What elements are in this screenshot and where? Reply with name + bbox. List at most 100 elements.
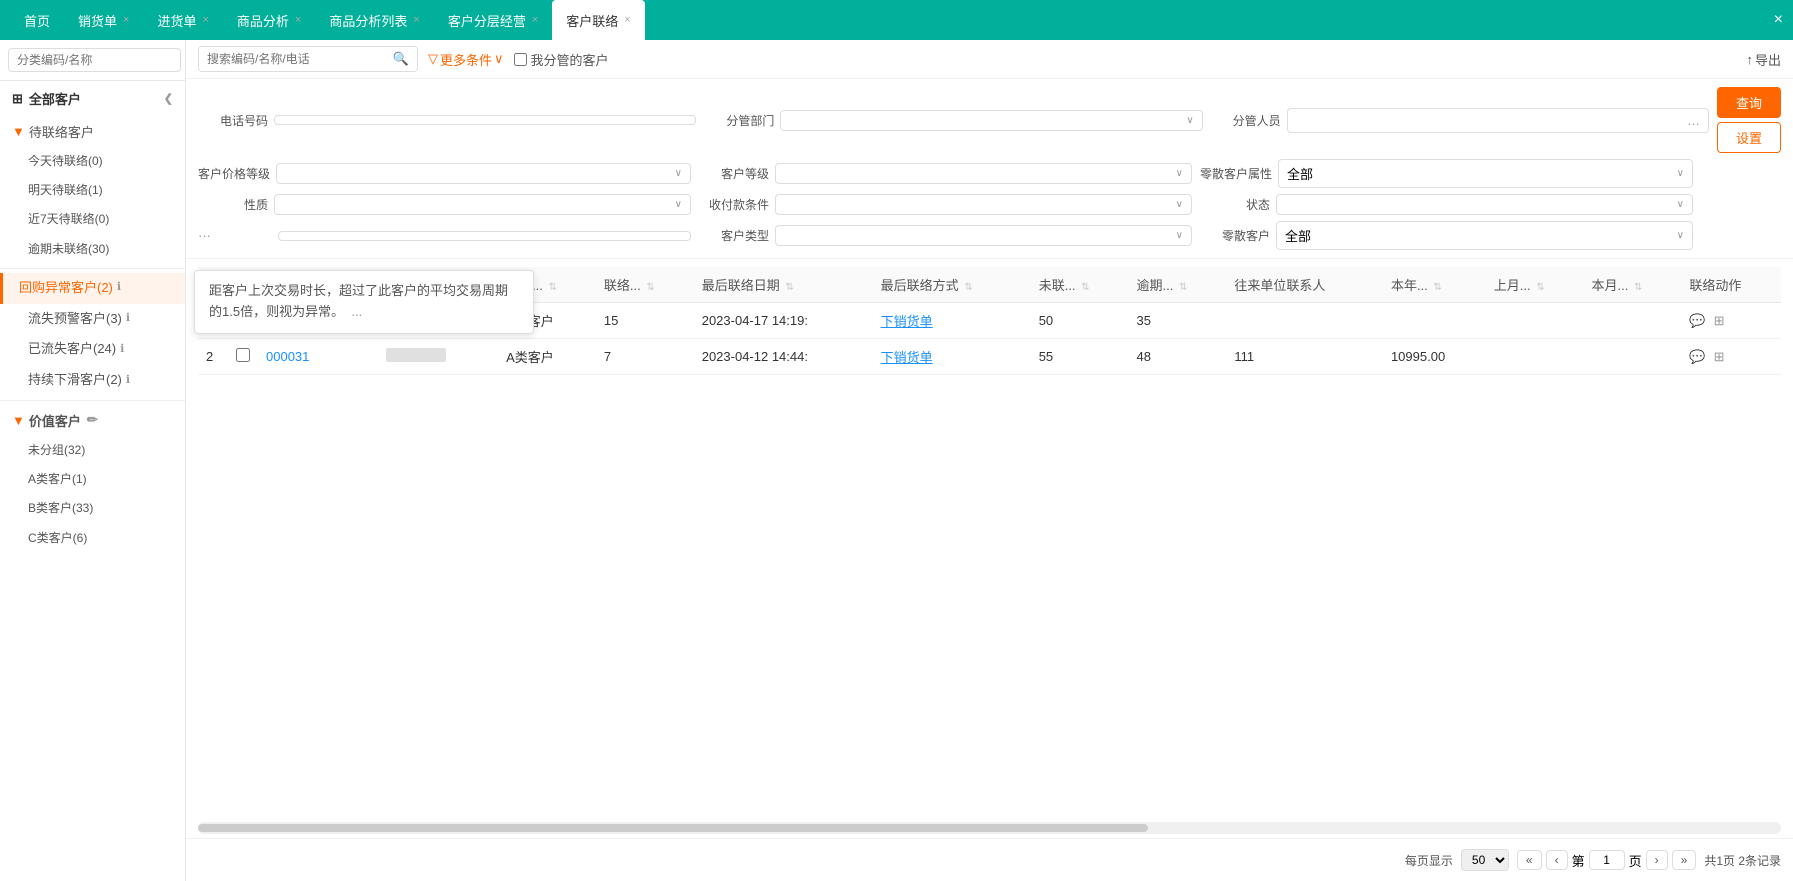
close-salesorder-icon[interactable]: ×	[123, 14, 129, 26]
sort-year-icon[interactable]: ⇅	[1433, 282, 1441, 293]
close-customer-contact-icon[interactable]: ×	[624, 14, 630, 26]
close-analysis-list-icon[interactable]: ×	[413, 14, 419, 26]
filter-dots-input[interactable]	[278, 231, 691, 241]
filter-customer-type-input[interactable]: ∨	[775, 225, 1192, 246]
filter-price-level: 客户价格等级 ∨	[198, 163, 691, 184]
last-page-btn[interactable]: »	[1672, 850, 1697, 870]
pending-contact-title[interactable]: ▼ 待联络客户	[0, 116, 185, 147]
dots-icon: ···	[198, 228, 211, 243]
close-analysis-icon[interactable]: ×	[295, 14, 301, 26]
edit-icon[interactable]: ✏	[87, 412, 98, 428]
sort-last-type-icon[interactable]: ⇅	[964, 282, 972, 293]
row1-more-icon[interactable]: ⊞	[1714, 313, 1725, 329]
nav-tab-customer-contact[interactable]: 客户联络 ×	[552, 0, 644, 40]
row2-index: 2	[198, 339, 228, 375]
chevron-retail-cust-icon: ∨	[1677, 230, 1684, 241]
main-search-input[interactable]	[207, 52, 383, 66]
sidebar-item-7days[interactable]: 近7天待联络(0)	[0, 205, 185, 234]
sidebar-item-repurchase-abnormal[interactable]: 回购异常客户(2) ℹ	[0, 273, 185, 304]
sidebar-item-today[interactable]: 今天待联络(0)	[0, 147, 185, 176]
filter-phone-input[interactable]	[274, 115, 696, 125]
filter-retail-customer-input[interactable]: 全部 ∨	[1276, 221, 1693, 250]
set-button[interactable]: 设置	[1717, 122, 1781, 153]
sidebar-search-input[interactable]	[8, 48, 181, 72]
first-page-btn[interactable]: «	[1517, 850, 1542, 870]
value-customers-title[interactable]: ▼ 价值客户 ✏	[0, 405, 185, 436]
sidebar-item-class-c[interactable]: C类客户(6)	[0, 524, 185, 553]
row2-select-checkbox[interactable]	[236, 348, 250, 362]
close-purchaseorder-icon[interactable]: ×	[202, 14, 208, 26]
row1-contact: 15	[596, 303, 694, 339]
sort-last-month-icon[interactable]: ⇅	[1536, 282, 1544, 293]
pagination: 每页显示 50 « ‹ 第 页 › » 共1页 2条记录	[186, 838, 1793, 881]
filter-manager-input[interactable]: …	[1287, 108, 1709, 133]
nav-tab-customer-segment[interactable]: 客户分层经营 ×	[434, 0, 552, 40]
my-customers-checkbox[interactable]	[514, 53, 527, 66]
my-customers-checkbox-wrap[interactable]: 我分管的客户	[514, 50, 609, 69]
sidebar-item-churn-warning[interactable]: 流失预警客户(3) ℹ	[0, 304, 185, 335]
nav-tab-salesorder[interactable]: 销货单 ×	[64, 0, 143, 40]
sidebar-item-class-a[interactable]: A类客户(1)	[0, 465, 185, 494]
sidebar-item-declining[interactable]: 持续下滑客户(2) ℹ	[0, 365, 185, 396]
chevron-type-icon: ∨	[1176, 230, 1183, 241]
sidebar-item-unclassified[interactable]: 未分组(32)	[0, 436, 185, 465]
sort-last-date-icon[interactable]: ⇅	[785, 282, 793, 293]
window-close-icon[interactable]: ×	[1774, 11, 1783, 29]
row2-more-icon[interactable]: ⊞	[1714, 349, 1725, 365]
total-label: 共1页 2条记录	[1704, 852, 1781, 869]
sort-category-icon[interactable]: ⇅	[549, 282, 557, 293]
sidebar-item-overdue[interactable]: 逾期未联络(30)	[0, 235, 185, 264]
sidebar-search-area: 🔍	[0, 40, 185, 81]
col-header-contact: 联络... ⇅	[596, 267, 694, 303]
sort-unread-icon[interactable]: ⇅	[1081, 282, 1089, 293]
nav-tab-analysis-list[interactable]: 商品分析列表 ×	[315, 0, 433, 40]
nav-home[interactable]: 首页	[10, 11, 64, 30]
filter-actions: 查询 设置	[1717, 87, 1781, 153]
col-header-this-year: 本年... ⇅	[1383, 267, 1486, 303]
chevron-down-icon: ∨	[494, 51, 504, 67]
filter-dots-btn[interactable]: ···	[198, 228, 278, 243]
col-header-overdue: 逾期... ⇅	[1129, 267, 1227, 303]
row2-checkbox[interactable]	[228, 339, 258, 375]
row2-code[interactable]: 000031	[258, 339, 378, 375]
page-number-input[interactable]	[1589, 850, 1625, 870]
export-btn[interactable]: ↑ 导出	[1746, 50, 1781, 69]
row2-chat-icon[interactable]: 💬	[1689, 349, 1705, 365]
filter-payment-input[interactable]: ∨	[775, 194, 1192, 215]
row1-this-month	[1584, 303, 1682, 339]
row2-last-type-link[interactable]: 下销货单	[881, 350, 933, 365]
collapse-sidebar-icon[interactable]: ❮	[164, 92, 173, 105]
scroll-thumb[interactable]	[198, 824, 1148, 832]
query-button[interactable]: 查询	[1717, 87, 1781, 118]
row1-chat-icon[interactable]: 💬	[1689, 313, 1705, 329]
horizontal-scrollbar[interactable]	[198, 822, 1781, 834]
filter-customer-grade-input[interactable]: ∨	[775, 163, 1192, 184]
sidebar-item-class-b[interactable]: B类客户(33)	[0, 494, 185, 523]
row1-last-type-link[interactable]: 下销货单	[881, 314, 933, 329]
info-icon-2: ℹ	[120, 341, 124, 359]
filter-status-input[interactable]: ∨	[1276, 194, 1693, 215]
next-page-btn[interactable]: ›	[1646, 850, 1668, 870]
more-conditions-btn[interactable]: ▽ 更多条件 ∨	[428, 50, 504, 69]
chevron-dept-icon: ∨	[1186, 115, 1193, 126]
sidebar-item-tomorrow[interactable]: 明天待联络(1)	[0, 176, 185, 205]
row1-last-type[interactable]: 下销货单	[873, 303, 1031, 339]
filter-price-level-input[interactable]: ∨	[276, 163, 691, 184]
row2-this-year: 10995.00	[1383, 339, 1486, 375]
per-page-select[interactable]: 50	[1461, 849, 1509, 871]
sort-this-month-icon[interactable]: ⇅	[1634, 282, 1642, 293]
nav-tab-analysis[interactable]: 商品分析 ×	[223, 0, 315, 40]
filter-nature-input[interactable]: ∨	[274, 194, 691, 215]
nav-tab-purchaseorder[interactable]: 进货单 ×	[143, 0, 222, 40]
close-customer-segment-icon[interactable]: ×	[532, 14, 538, 26]
filter-manager: 分管人员 …	[1211, 108, 1709, 133]
sort-overdue-icon[interactable]: ⇅	[1179, 282, 1187, 293]
row2-last-type[interactable]: 下销货单	[873, 339, 1031, 375]
filter-retail-attr-input[interactable]: 全部 ∨	[1278, 159, 1693, 188]
sidebar-item-churned[interactable]: 已流失客户(24) ℹ	[0, 334, 185, 365]
filter-status-label: 状态	[1200, 196, 1270, 213]
filter-dept-input[interactable]: ∨	[780, 110, 1202, 131]
sort-contact-icon[interactable]: ⇅	[646, 282, 654, 293]
col-header-last-type: 最后联络方式 ⇅	[873, 267, 1031, 303]
prev-page-btn[interactable]: ‹	[1546, 850, 1568, 870]
